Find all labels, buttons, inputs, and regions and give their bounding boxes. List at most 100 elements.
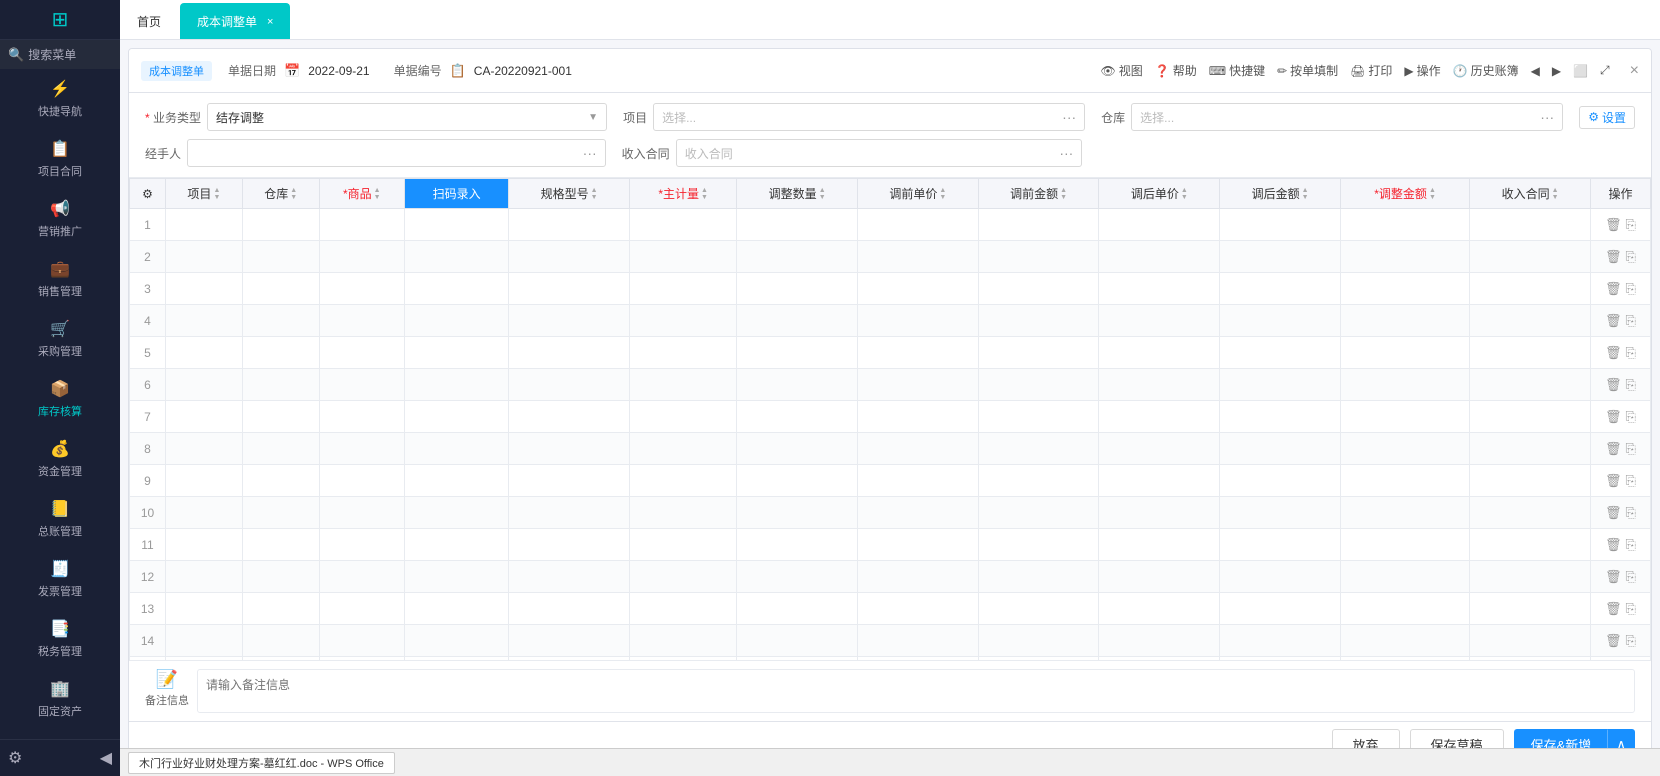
cell[interactable] [858, 305, 979, 337]
cell[interactable] [242, 497, 319, 529]
cell[interactable] [242, 529, 319, 561]
delete-icon[interactable]: 🗑 [1605, 505, 1622, 521]
cell[interactable] [858, 497, 979, 529]
cell[interactable] [319, 465, 404, 497]
cell[interactable] [166, 657, 243, 661]
sidebar-item-finance[interactable]: 💰 资金管理 [0, 429, 120, 489]
cell[interactable] [1340, 401, 1469, 433]
toggle-icon[interactable]: ◀ [100, 748, 112, 768]
cell[interactable] [630, 401, 737, 433]
cell[interactable] [978, 497, 1099, 529]
cell[interactable] [166, 241, 243, 273]
warehouse-input[interactable]: 选择... ··· [1131, 103, 1563, 131]
cell[interactable] [404, 625, 508, 657]
cell[interactable] [319, 241, 404, 273]
cell[interactable] [319, 657, 404, 661]
cell[interactable] [1340, 337, 1469, 369]
cell[interactable] [858, 657, 979, 661]
delete-icon[interactable]: 🗑 [1605, 313, 1622, 329]
cell[interactable] [858, 561, 979, 593]
project-input[interactable]: 选择... ··· [653, 103, 1085, 131]
cell[interactable] [509, 241, 630, 273]
cell[interactable] [319, 561, 404, 593]
cell[interactable] [509, 465, 630, 497]
cell[interactable] [1470, 337, 1591, 369]
cell[interactable] [242, 593, 319, 625]
cell[interactable] [242, 433, 319, 465]
cell[interactable] [630, 561, 737, 593]
cell[interactable] [1340, 273, 1469, 305]
cell[interactable] [858, 625, 979, 657]
copy-icon[interactable]: ⎘ [1626, 473, 1636, 489]
cell[interactable] [1099, 241, 1220, 273]
cell[interactable] [1340, 593, 1469, 625]
cell[interactable] [1470, 593, 1591, 625]
cell[interactable] [630, 369, 737, 401]
delete-icon[interactable]: 🗑 [1605, 377, 1622, 393]
copy-icon[interactable]: ⎘ [1626, 217, 1636, 233]
taskbar-wps-item[interactable]: 木门行业好业财处理方案-墓红红.doc - WPS Office [128, 752, 395, 774]
tab-home[interactable]: 首页 [120, 3, 178, 39]
cell[interactable] [404, 369, 508, 401]
cell[interactable] [630, 593, 737, 625]
cell[interactable] [1220, 529, 1341, 561]
cell[interactable] [1220, 369, 1341, 401]
delete-icon[interactable]: 🗑 [1605, 217, 1622, 233]
sidebar-item-sales[interactable]: 💼 销售管理 [0, 249, 120, 309]
cell[interactable] [978, 433, 1099, 465]
cell[interactable] [166, 337, 243, 369]
sidebar-item-inventory[interactable]: 📦 库存核算 [0, 369, 120, 429]
cell[interactable] [166, 497, 243, 529]
cell[interactable] [1099, 561, 1220, 593]
cell[interactable] [737, 401, 858, 433]
cell[interactable] [858, 209, 979, 241]
cell[interactable] [737, 241, 858, 273]
delete-icon[interactable]: 🗑 [1605, 409, 1622, 425]
cell[interactable] [404, 209, 508, 241]
cell[interactable] [978, 401, 1099, 433]
action-shortcut[interactable]: ⌨ 快捷键 [1209, 62, 1265, 79]
cell[interactable] [737, 497, 858, 529]
cell[interactable] [319, 433, 404, 465]
cell[interactable] [978, 209, 1099, 241]
cell[interactable] [1220, 337, 1341, 369]
cell[interactable] [1340, 209, 1469, 241]
copy-icon[interactable]: ⎘ [1626, 249, 1636, 265]
sidebar-item-project-contract[interactable]: 📋 项目合同 [0, 129, 120, 189]
cell[interactable] [630, 209, 737, 241]
sidebar-item-purchase[interactable]: 🛒 采购管理 [0, 309, 120, 369]
cell[interactable] [630, 273, 737, 305]
tab-close-icon[interactable]: × [267, 16, 273, 28]
cell[interactable] [1340, 561, 1469, 593]
cell[interactable] [1220, 593, 1341, 625]
handler-input[interactable]: ··· [187, 139, 606, 167]
cell[interactable] [1099, 593, 1220, 625]
cell[interactable] [319, 209, 404, 241]
doc-close-btn[interactable]: × [1630, 62, 1639, 80]
cell[interactable] [1340, 497, 1469, 529]
cell[interactable] [1099, 305, 1220, 337]
cell[interactable] [1220, 497, 1341, 529]
delete-icon[interactable]: 🗑 [1605, 633, 1622, 649]
cell[interactable] [242, 209, 319, 241]
cell[interactable] [737, 369, 858, 401]
cell[interactable] [1220, 273, 1341, 305]
action-print[interactable]: 🖨 打印 [1350, 62, 1392, 79]
cell[interactable] [737, 465, 858, 497]
cell[interactable] [242, 337, 319, 369]
copy-icon[interactable]: ⎘ [1626, 281, 1636, 297]
cell[interactable] [737, 305, 858, 337]
copy-icon[interactable]: ⎘ [1626, 345, 1636, 361]
cell[interactable] [630, 657, 737, 661]
cell[interactable] [404, 433, 508, 465]
action-view[interactable]: 👁 视图 [1101, 62, 1143, 79]
cell[interactable] [404, 401, 508, 433]
cell[interactable] [1099, 497, 1220, 529]
sidebar-item-assets[interactable]: 🏢 固定资产 [0, 669, 120, 729]
cell[interactable] [737, 209, 858, 241]
cell[interactable] [1340, 241, 1469, 273]
cell[interactable] [858, 433, 979, 465]
cell[interactable] [404, 497, 508, 529]
cell[interactable] [1220, 209, 1341, 241]
cell[interactable] [630, 433, 737, 465]
